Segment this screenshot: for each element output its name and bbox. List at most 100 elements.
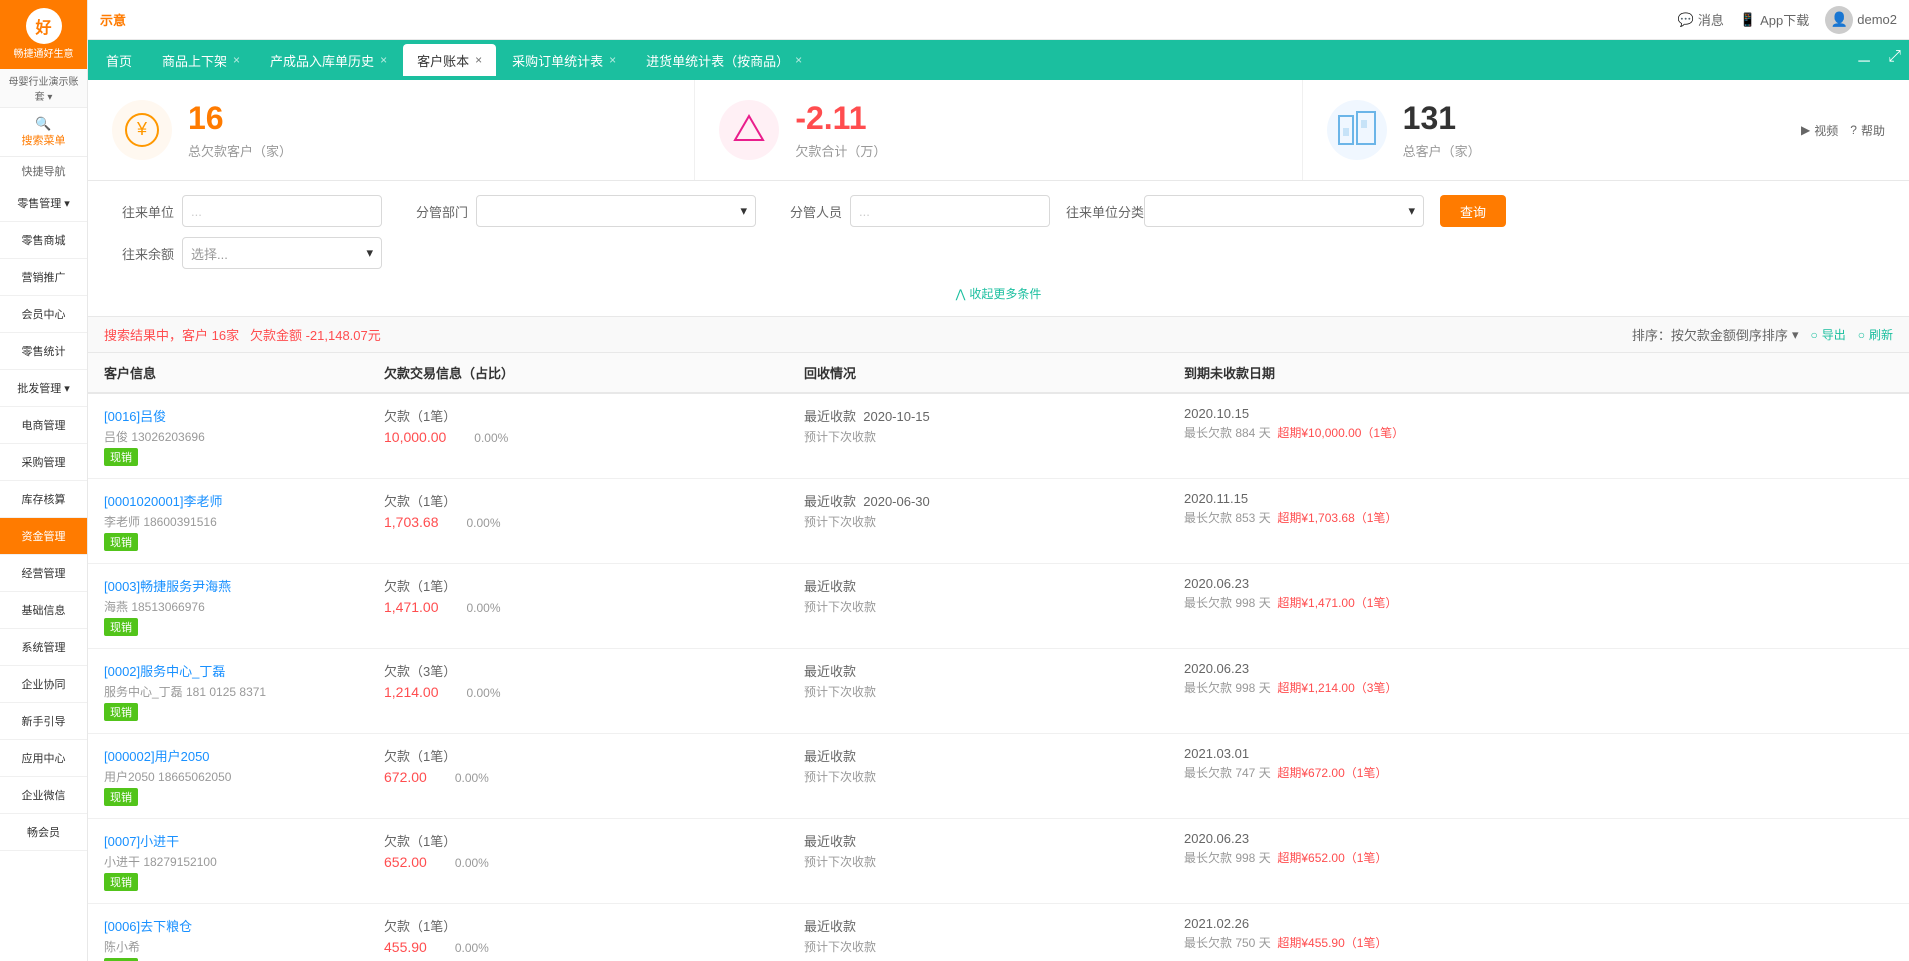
- sidebar-item-basic-info[interactable]: 基础信息: [0, 592, 87, 629]
- refresh-btn[interactable]: ○ 刷新: [1858, 326, 1893, 343]
- help-link[interactable]: ? 帮助: [1850, 122, 1885, 139]
- dept-select[interactable]: ▾: [476, 195, 756, 227]
- person-label: 分管人员: [772, 202, 842, 221]
- tab-minimize-btn[interactable]: －: [1852, 44, 1876, 76]
- debt-info-1: 欠款（1笔） 1,703.68 0.00%: [384, 491, 804, 530]
- col-header-recovery: 回收情况: [804, 363, 1184, 382]
- overdue-link-4[interactable]: 超期¥672.00（1笔）: [1277, 766, 1387, 780]
- customer-name-2[interactable]: [0003]畅捷服务尹海燕: [104, 576, 384, 595]
- sidebar-item-capital[interactable]: 资金管理: [0, 518, 87, 555]
- overdue-link-3[interactable]: 超期¥1,214.00（3笔）: [1277, 681, 1397, 695]
- customer-name-0[interactable]: [0016]吕俊: [104, 406, 384, 425]
- logo-icon: 好: [26, 8, 62, 44]
- video-link[interactable]: ▶ 视频: [1801, 122, 1838, 139]
- tab-maximize-btn[interactable]: ⤢: [1884, 44, 1905, 76]
- results-actions: 排序：按欠款金额倒序排序 ▾ ○ 导出 ○ 刷新: [1632, 325, 1893, 344]
- debt-info-0: 欠款（1笔） 10,000.00 0.00%: [384, 406, 804, 445]
- sidebar-item-sys[interactable]: 系统管理: [0, 629, 87, 666]
- app-download-btn[interactable]: 📱 App下载: [1740, 10, 1809, 29]
- sidebar-item-batch-mgmt[interactable]: 批发管理 ▾: [0, 370, 87, 407]
- overdue-link-1[interactable]: 超期¥1,703.68（1笔）: [1277, 511, 1397, 525]
- customer-sub-6: 陈小希: [104, 938, 384, 955]
- sidebar-item-corp-collab[interactable]: 企业协同: [0, 666, 87, 703]
- overdue-link-5[interactable]: 超期¥652.00（1笔）: [1277, 851, 1387, 865]
- tab-close-goods[interactable]: ×: [233, 53, 240, 67]
- overdue-date-1: 2020.11.15: [1184, 491, 1893, 506]
- recovery-latest-4: 最近收款: [804, 746, 1184, 765]
- sidebar-item-ops[interactable]: 经营管理: [0, 555, 87, 592]
- customer-info-5: [0007]小进干 小进干 18279152100 现销: [104, 831, 384, 891]
- person-input[interactable]: ...: [850, 195, 1050, 227]
- results-bar: 搜索结果中，客户 16家 欠款金额 -21,148.07元 排序：按欠款金额倒序…: [88, 317, 1909, 353]
- account-name: 母婴行业演示账套 ▾: [0, 69, 87, 108]
- overdue-link-2[interactable]: 超期¥1,471.00（1笔）: [1277, 596, 1397, 610]
- user-avatar[interactable]: 👤 demo2: [1825, 6, 1897, 34]
- customer-name-6[interactable]: [0006]去下粮仓: [104, 916, 384, 935]
- sidebar-item-member[interactable]: 会员中心: [0, 296, 87, 333]
- tab-close-purchase[interactable]: ×: [609, 53, 616, 67]
- filter-source-unit: 往来单位 ...: [104, 195, 382, 227]
- sidebar-item-retail-stats[interactable]: 零售统计: [0, 333, 87, 370]
- data-table: 客户信息 欠款交易信息（占比） 回收情况 到期未收款日期 [0016]吕俊 吕俊…: [88, 353, 1909, 961]
- sidebar-item-marketing[interactable]: 营销推广: [0, 259, 87, 296]
- filter-row-1: 往来单位 ... 分管部门 ▾ 分管人员: [104, 195, 1893, 227]
- debt-amount-row-1: 1,703.68 0.00%: [384, 514, 804, 530]
- customer-name-4[interactable]: [000002]用户2050: [104, 746, 384, 765]
- sidebar-item-corp-wechat[interactable]: 企业微信: [0, 777, 87, 814]
- debt-percent-5: 0.00%: [455, 856, 489, 870]
- collapse-filter-btn[interactable]: ⋀ 收起更多条件: [104, 279, 1893, 308]
- stat-info-debt: 16 总欠款客户（家）: [188, 100, 292, 160]
- tab-home[interactable]: 首页: [92, 44, 146, 76]
- col-header-customer: 客户信息: [104, 363, 384, 382]
- sidebar-item-retail-mgmt[interactable]: 零售管理 ▾: [0, 185, 87, 222]
- tab-bar-end: － ⤢: [1852, 44, 1905, 76]
- stat-icon-total: [1327, 100, 1387, 160]
- overdue-date-0: 2020.10.15: [1184, 406, 1893, 421]
- overdue-link-6[interactable]: 超期¥455.90（1笔）: [1277, 936, 1387, 950]
- tab-product-history[interactable]: 产成品入库单历史 ×: [256, 44, 401, 76]
- messages-btn[interactable]: 💬 消息: [1678, 10, 1724, 29]
- tab-goods-status[interactable]: 商品上下架 ×: [148, 44, 254, 76]
- table-row: [0001020001]李老师 李老师 18600391516 现销 欠款（1笔…: [88, 479, 1909, 564]
- recovery-next-6: 预计下次收款: [804, 938, 1184, 955]
- debt-percent-1: 0.00%: [467, 516, 501, 530]
- tab-close-import[interactable]: ×: [795, 53, 802, 67]
- sidebar-item-vip[interactable]: 畅会员: [0, 814, 87, 851]
- unit-type-select[interactable]: ▾: [1144, 195, 1424, 227]
- tab-purchase-stats[interactable]: 采购订单统计表 ×: [498, 44, 630, 76]
- filter-area: 往来单位 ... 分管部门 ▾ 分管人员: [88, 181, 1909, 317]
- search-menu[interactable]: 🔍 搜索菜单: [0, 108, 87, 157]
- stat-info-total: 131 总客户（家）: [1403, 100, 1481, 160]
- balance-select[interactable]: 选择... ▾: [182, 237, 382, 269]
- sort-select[interactable]: 排序：按欠款金额倒序排序 ▾: [1632, 325, 1799, 344]
- search-button[interactable]: 查询: [1440, 195, 1506, 227]
- customer-sub-5: 小进干 18279152100: [104, 853, 384, 870]
- customer-name-3[interactable]: [0002]服务中心_丁磊: [104, 661, 384, 680]
- overdue-detail-1: 最长欠款 853 天 超期¥1,703.68（1笔）: [1184, 509, 1893, 526]
- recovery-next-4: 预计下次收款: [804, 768, 1184, 785]
- sidebar-item-retail-store[interactable]: 零售商城: [0, 222, 87, 259]
- tab-close-customer[interactable]: ×: [475, 53, 482, 67]
- sidebar-item-ecom[interactable]: 电商管理: [0, 407, 87, 444]
- source-unit-input[interactable]: ...: [182, 195, 382, 227]
- sidebar-item-newbie[interactable]: 新手引导: [0, 703, 87, 740]
- tab-customer-account[interactable]: 客户账本 ×: [403, 44, 496, 76]
- sidebar-item-app-center[interactable]: 应用中心: [0, 740, 87, 777]
- stat-value-total-customers: 131: [1403, 100, 1481, 137]
- overdue-link-0[interactable]: 超期¥10,000.00（1笔）: [1277, 426, 1404, 440]
- customer-name-1[interactable]: [0001020001]李老师: [104, 491, 384, 510]
- sidebar-item-stock[interactable]: 库存核算: [0, 481, 87, 518]
- sidebar-logo: 好 畅捷通好生意: [0, 0, 87, 69]
- export-btn[interactable]: ○ 导出: [1810, 326, 1845, 343]
- logo-text: 畅捷通好生意: [14, 48, 74, 61]
- tab-import-stats[interactable]: 进货单统计表（按商品） ×: [632, 44, 816, 76]
- debt-amount-2: 1,471.00: [384, 599, 439, 615]
- debt-count-3: 欠款（3笔）: [384, 661, 804, 680]
- overdue-info-2: 2020.06.23 最长欠款 998 天 超期¥1,471.00（1笔）: [1184, 576, 1893, 611]
- debt-info-5: 欠款（1笔） 652.00 0.00%: [384, 831, 804, 870]
- tab-close-product[interactable]: ×: [380, 53, 387, 67]
- customer-name-5[interactable]: [0007]小进干: [104, 831, 384, 850]
- sidebar-item-purchase[interactable]: 采购管理: [0, 444, 87, 481]
- stat-value-debt-customers: 16: [188, 100, 292, 137]
- stat-card-total-customers: 131 总客户（家） ▶ 视频 ? 帮助: [1303, 80, 1909, 180]
